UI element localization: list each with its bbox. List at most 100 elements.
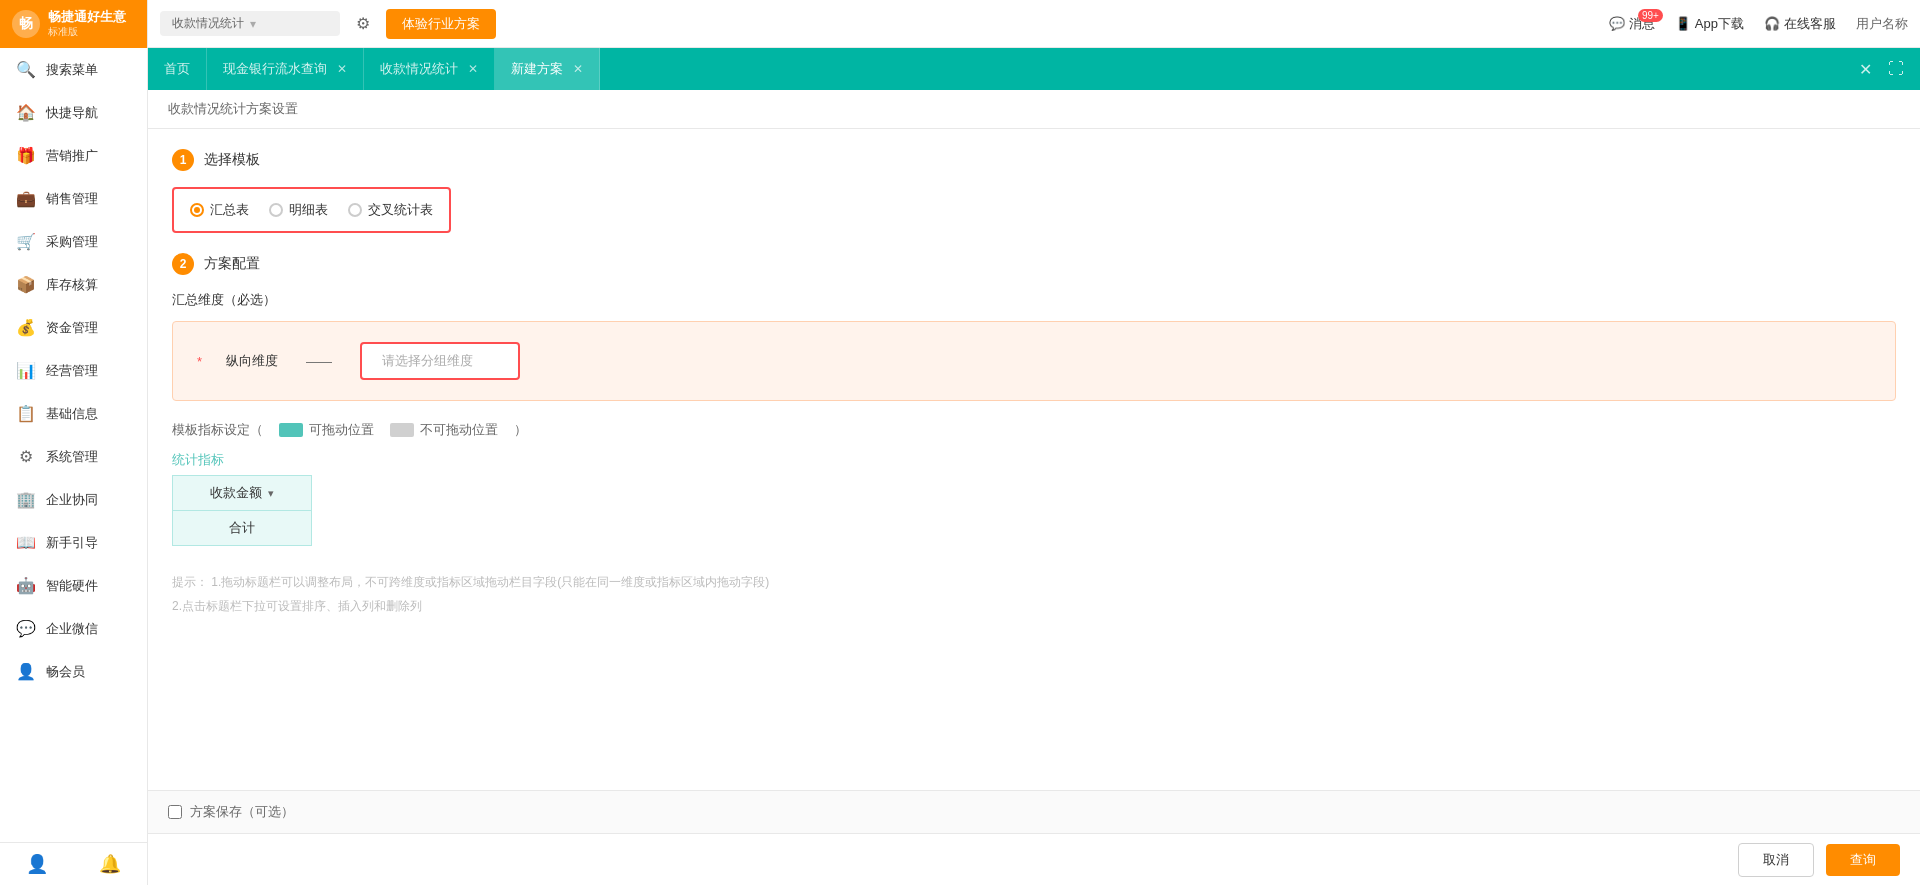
cancel-button[interactable]: 取消 xyxy=(1738,843,1814,877)
finance-icon: 💰 xyxy=(16,318,36,337)
dimension-row: * 纵向维度 —— 请选择分组维度 xyxy=(197,342,1871,380)
sidebar-item-label: 库存核算 xyxy=(46,276,98,294)
enterprise-icon: 🏢 xyxy=(16,490,36,509)
system-icon: ⚙ xyxy=(16,447,36,466)
sidebar-item-label: 基础信息 xyxy=(46,405,98,423)
basic-info-icon: 📋 xyxy=(16,404,36,423)
col1-header-label: 收款金额 xyxy=(210,484,262,502)
sidebar-item-purchase[interactable]: 🛒 采购管理 xyxy=(0,220,147,263)
dimension-select[interactable]: 请选择分组维度 xyxy=(360,342,520,380)
step2-header: 2 方案配置 xyxy=(172,253,1896,275)
sidebar-item-label: 营销推广 xyxy=(46,147,98,165)
logo-text: 畅捷通好生意 xyxy=(48,9,126,25)
sidebar-footer-avatar[interactable]: 👤 xyxy=(26,853,48,875)
tab-close-collection-stat[interactable]: ✕ xyxy=(468,62,478,76)
step2-number: 2 xyxy=(172,253,194,275)
page-footer: 方案保存（可选） xyxy=(148,790,1920,833)
sidebar-nav: 🔍 搜索菜单 🏠 快捷导航 🎁 营销推广 💼 销售管理 🛒 采购管理 📦 库存核… xyxy=(0,48,147,842)
service-icon: 🎧 xyxy=(1764,16,1780,31)
app-download-button[interactable]: 📱 App下载 xyxy=(1675,15,1744,33)
breadcrumb: 收款情况统计 ▾ xyxy=(160,11,340,36)
radio-cross[interactable]: 交叉统计表 xyxy=(348,201,433,219)
metrics-grid: 统计指标 收款金额 ▾ 合计 xyxy=(172,451,1896,546)
operation-icon: 📊 xyxy=(16,361,36,380)
tab-collection-stat[interactable]: 收款情况统计 ✕ xyxy=(364,48,495,90)
sidebar-item-label: 畅会员 xyxy=(46,663,85,681)
search-menu-icon: 🔍 xyxy=(16,60,36,79)
col-dropdown-icon[interactable]: ▾ xyxy=(268,487,274,500)
newbie-icon: 📖 xyxy=(16,533,36,552)
query-button[interactable]: 查询 xyxy=(1826,844,1900,876)
header-right: 💬 消息 99+ 📱 App下载 🎧 在线客服 用户名称 xyxy=(1609,15,1908,33)
sidebar-item-label: 企业微信 xyxy=(46,620,98,638)
tip-line2: 2.点击标题栏下拉可设置排序、插入列和删除列 xyxy=(172,594,1896,618)
dimension-section-label: 汇总维度（必选） xyxy=(172,291,1896,309)
nodrag-hint: 不可拖动位置 xyxy=(390,421,498,439)
online-service-label: 在线客服 xyxy=(1784,15,1836,33)
save-plan-checkbox[interactable] xyxy=(168,805,182,819)
app-download-label: App下载 xyxy=(1695,15,1744,33)
sidebar-item-sales[interactable]: 💼 销售管理 xyxy=(0,177,147,220)
sidebar-item-marketing[interactable]: 🎁 营销推广 xyxy=(0,134,147,177)
sidebar-item-enterprise-wechat[interactable]: 💬 企业微信 xyxy=(0,607,147,650)
enterprise-wechat-icon: 💬 xyxy=(16,619,36,638)
tab-new-plan[interactable]: 新建方案 ✕ xyxy=(495,48,600,90)
sidebar-item-system[interactable]: ⚙ 系统管理 xyxy=(0,435,147,478)
sidebar-item-newbie[interactable]: 📖 新手引导 xyxy=(0,521,147,564)
stat-label: 统计指标 xyxy=(172,451,1896,469)
tab-new-plan-label: 新建方案 xyxy=(511,60,563,78)
sidebar-item-label: 销售管理 xyxy=(46,190,98,208)
sidebar-item-search-menu[interactable]: 🔍 搜索菜单 xyxy=(0,48,147,91)
tab-bank-flow[interactable]: 现金银行流水查询 ✕ xyxy=(207,48,364,90)
metrics-header: 模板指标设定（ 可拖动位置 不可拖动位置 ） xyxy=(172,421,1896,439)
quick-nav-icon: 🏠 xyxy=(16,103,36,122)
breadcrumb-text: 收款情况统计 xyxy=(172,15,244,32)
step2-label: 方案配置 xyxy=(204,255,260,273)
arrow-icon: —— xyxy=(306,354,332,369)
radio-detail[interactable]: 明细表 xyxy=(269,201,328,219)
sidebar-footer: 👤 🔔 xyxy=(0,842,147,885)
template-selection-box: 汇总表 明细表 交叉统计表 xyxy=(172,187,451,233)
main-area: 收款情况统计 ▾ ⚙ 体验行业方案 💬 消息 99+ 📱 App下载 🎧 在线客… xyxy=(148,0,1920,885)
sidebar-item-smart-hw[interactable]: 🤖 智能硬件 xyxy=(0,564,147,607)
trial-industry-button[interactable]: 体验行业方案 xyxy=(386,9,496,39)
sidebar-item-basic-info[interactable]: 📋 基础信息 xyxy=(0,392,147,435)
sidebar-footer-notification[interactable]: 🔔 xyxy=(99,853,121,875)
metrics-header-text: 模板指标设定（ xyxy=(172,421,263,439)
gear-icon[interactable]: ⚙ xyxy=(352,10,374,37)
purchase-icon: 🛒 xyxy=(16,232,36,251)
sales-icon: 💼 xyxy=(16,189,36,208)
col1-sub-label: 合计 xyxy=(229,520,255,535)
sidebar-item-label: 资金管理 xyxy=(46,319,98,337)
sidebar-item-label: 快捷导航 xyxy=(46,104,98,122)
tab-home[interactable]: 首页 xyxy=(148,48,207,90)
tab-close-new-plan[interactable]: ✕ xyxy=(573,62,583,76)
page-title: 收款情况统计方案设置 xyxy=(148,90,1920,129)
draggable-label: 可拖动位置 xyxy=(309,421,374,439)
member-icon: 👤 xyxy=(16,662,36,681)
smart-hw-icon: 🤖 xyxy=(16,576,36,595)
radio-cross-label: 交叉统计表 xyxy=(368,201,433,219)
radio-cross-circle xyxy=(348,203,362,217)
vertical-dim-label: 纵向维度 xyxy=(226,352,278,370)
required-marker: * xyxy=(197,354,202,369)
sidebar-item-enterprise[interactable]: 🏢 企业协同 xyxy=(0,478,147,521)
notifications-button[interactable]: 💬 消息 99+ xyxy=(1609,15,1655,33)
sidebar-item-inventory[interactable]: 📦 库存核算 xyxy=(0,263,147,306)
radio-summary[interactable]: 汇总表 xyxy=(190,201,249,219)
sidebar-item-label: 新手引导 xyxy=(46,534,98,552)
step1-header: 1 选择模板 xyxy=(172,149,1896,171)
sidebar-item-quick-nav[interactable]: 🏠 快捷导航 xyxy=(0,91,147,134)
tab-close-bank-flow[interactable]: ✕ xyxy=(337,62,347,76)
bottom-bar: 取消 查询 xyxy=(148,833,1920,885)
metrics-col: 收款金额 ▾ 合计 xyxy=(172,475,312,546)
sidebar-item-finance[interactable]: 💰 资金管理 xyxy=(0,306,147,349)
tab-close-all-icon[interactable]: ✕ xyxy=(1855,56,1876,83)
step1-number: 1 xyxy=(172,149,194,171)
tab-bank-flow-label: 现金银行流水查询 xyxy=(223,60,327,78)
tab-maximize-icon[interactable]: ⛶ xyxy=(1884,56,1908,82)
col1-header[interactable]: 收款金额 ▾ xyxy=(172,475,312,511)
sidebar-item-member[interactable]: 👤 畅会员 xyxy=(0,650,147,693)
sidebar-item-operation[interactable]: 📊 经营管理 xyxy=(0,349,147,392)
online-service-button[interactable]: 🎧 在线客服 xyxy=(1764,15,1836,33)
